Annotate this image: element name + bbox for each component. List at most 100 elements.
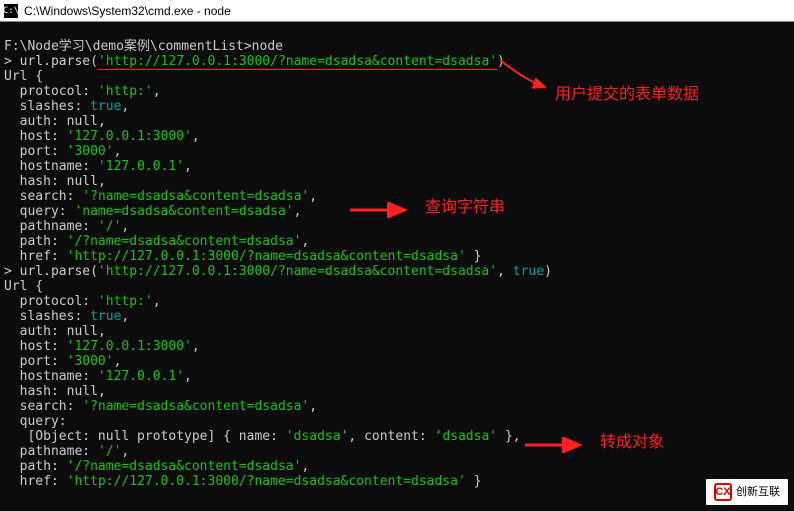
- comma: ,: [309, 399, 317, 414]
- k-search2: search:: [4, 399, 82, 414]
- url-arg-2: 'http://127.0.0.1:3000/?name=dsadsa&cont…: [98, 264, 497, 279]
- arrow-2-icon: [345, 202, 415, 218]
- k-hash: hash:: [4, 174, 67, 189]
- v-port2: '3000': [67, 354, 114, 369]
- k-hash2: hash:: [4, 384, 67, 399]
- repl-prompt: >: [4, 54, 20, 69]
- window-titlebar[interactable]: C:\ C:\Windows\System32\cmd.exe - node: [0, 0, 794, 22]
- k-port2: port:: [4, 354, 67, 369]
- v-path2: '/?name=dsadsa&content=dsadsa': [67, 459, 302, 474]
- paren-close-2: ): [544, 264, 552, 279]
- v-hash: null: [67, 174, 98, 189]
- v-port: '3000': [67, 144, 114, 159]
- k-host2: host:: [4, 339, 67, 354]
- comma: ,: [121, 219, 129, 234]
- paren-close: ): [497, 54, 505, 69]
- k-hostname: hostname:: [4, 159, 98, 174]
- comma: ,: [153, 294, 161, 309]
- v-hostname2: '127.0.0.1': [98, 369, 184, 384]
- arg-true: true: [513, 264, 544, 279]
- k-path: path:: [4, 234, 67, 249]
- sep: ,: [497, 264, 513, 279]
- k-href2: href:: [4, 474, 67, 489]
- k-search: search:: [4, 189, 82, 204]
- queryobj-null: null: [98, 429, 129, 444]
- k-slashes: slashes:: [4, 99, 90, 114]
- terminal-output[interactable]: F:\Node学习\demo案例\commentList>node > url.…: [0, 22, 794, 511]
- k-query: query:: [4, 204, 74, 219]
- queryobj-pre: [Object:: [4, 429, 98, 444]
- window-title: C:\Windows\System32\cmd.exe - node: [24, 4, 231, 18]
- k-slashes2: slashes:: [4, 309, 90, 324]
- k-auth: auth:: [4, 114, 67, 129]
- k-protocol2: protocol:: [4, 294, 98, 309]
- k-path2: path:: [4, 459, 67, 474]
- comma: ,: [114, 144, 122, 159]
- fn-call: url.parse(: [20, 54, 98, 69]
- v-href2: 'http://127.0.0.1:3000/?name=dsadsa&cont…: [67, 474, 466, 489]
- arrow-3-icon: [520, 437, 590, 453]
- comma: ,: [301, 459, 309, 474]
- comma: ,: [301, 234, 309, 249]
- annotation-form-data: 用户提交的表单数据: [555, 87, 699, 102]
- queryobj-proto: prototype] { name:: [129, 429, 286, 444]
- v-auth: null: [67, 114, 98, 129]
- prompt-cmd: node: [252, 39, 283, 54]
- annotation-to-object: 转成对象: [600, 435, 664, 450]
- v-search2: '?name=dsadsa&content=dsadsa': [82, 399, 309, 414]
- k-pathname2: pathname:: [4, 444, 98, 459]
- k-port: port:: [4, 144, 67, 159]
- v-pathname: '/': [98, 219, 121, 234]
- v-search: '?name=dsadsa&content=dsadsa': [82, 189, 309, 204]
- k-href: href:: [4, 249, 67, 264]
- v-href: 'http://127.0.0.1:3000/?name=dsadsa&cont…: [67, 249, 466, 264]
- prompt-cwd: F:\Node学习\demo案例\commentList>: [4, 39, 252, 54]
- cmd-icon: C:\: [4, 4, 18, 18]
- comma: ,: [121, 309, 129, 324]
- queryobj-end: },: [497, 429, 520, 444]
- url-arg: 'http://127.0.0.1:3000/?name=dsadsa&cont…: [98, 54, 497, 70]
- v-hostname: '127.0.0.1': [98, 159, 184, 174]
- repl-prompt-2: > url.parse(: [4, 264, 98, 279]
- comma: ,: [153, 84, 161, 99]
- k-pathname: pathname:: [4, 219, 98, 234]
- comma: ,: [121, 444, 129, 459]
- comma: ,: [98, 324, 106, 339]
- v-slashes2: true: [90, 309, 121, 324]
- comma: ,: [309, 189, 317, 204]
- comma: ,: [192, 129, 200, 144]
- comma: ,: [98, 114, 106, 129]
- queryobj-mid: , content:: [348, 429, 434, 444]
- v-pathname2: '/': [98, 444, 121, 459]
- comma: ,: [192, 339, 200, 354]
- v-hash2: null: [67, 384, 98, 399]
- object-open-2: Url {: [4, 279, 43, 294]
- k-hostname2: hostname:: [4, 369, 98, 384]
- watermark-text: 创新互联: [736, 485, 780, 500]
- v-host2: '127.0.0.1:3000': [67, 339, 192, 354]
- comma: ,: [121, 99, 129, 114]
- comma: ,: [98, 174, 106, 189]
- queryobj-content: 'dsadsa': [435, 429, 498, 444]
- comma: ,: [294, 204, 302, 219]
- annotation-query-string: 查询字符串: [425, 200, 505, 215]
- v-query: 'name=dsadsa&content=dsadsa': [74, 204, 293, 219]
- v-host: '127.0.0.1:3000': [67, 129, 192, 144]
- v-protocol: 'http:': [98, 84, 153, 99]
- k-protocol: protocol:: [4, 84, 98, 99]
- v-path: '/?name=dsadsa&content=dsadsa': [67, 234, 302, 249]
- k-auth2: auth:: [4, 324, 67, 339]
- object-open: Url {: [4, 69, 43, 84]
- comma: ,: [184, 159, 192, 174]
- watermark: CX 创新互联: [706, 479, 788, 505]
- comma: ,: [184, 369, 192, 384]
- v-auth2: null: [67, 324, 98, 339]
- comma: ,: [98, 384, 106, 399]
- k-host: host:: [4, 129, 67, 144]
- v-protocol2: 'http:': [98, 294, 153, 309]
- watermark-logo-icon: CX: [714, 483, 732, 501]
- k-query2: query:: [4, 414, 67, 429]
- queryobj-name: 'dsadsa': [286, 429, 349, 444]
- comma: ,: [114, 354, 122, 369]
- v-slashes: true: [90, 99, 121, 114]
